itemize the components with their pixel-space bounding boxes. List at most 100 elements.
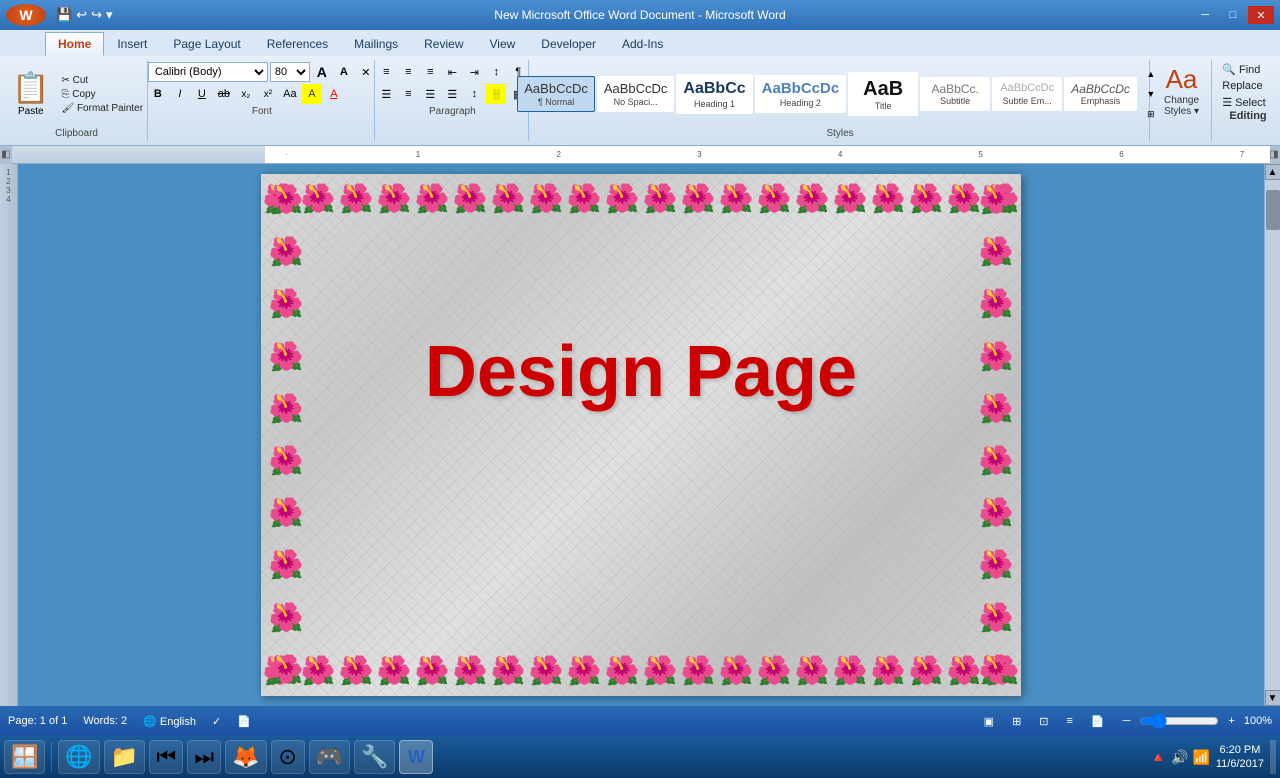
system-clock[interactable]: 6:20 PM 11/6/2017 xyxy=(1216,743,1264,772)
document-area[interactable]: 🌺 🌺 🌺 🌺 🌺 🌺 🌺 🌺 🌺 🌺 🌺 🌺 🌺 🌺 🌺 🌺 🌺 🌺 🌺 xyxy=(18,164,1264,706)
view-print-layout[interactable]: ▣ xyxy=(979,712,999,731)
style-title[interactable]: AaB Title xyxy=(848,72,918,116)
sort-button[interactable]: ↕ xyxy=(486,62,506,82)
save-button[interactable]: 💾 xyxy=(56,7,72,23)
style-heading1[interactable]: AaBbCc Heading 1 xyxy=(676,74,752,113)
underline-button[interactable]: U xyxy=(192,84,212,104)
change-styles-button[interactable]: Aa ChangeStyles ▾ xyxy=(1160,62,1203,119)
close-button[interactable]: ✕ xyxy=(1248,6,1274,24)
strikethrough-button[interactable]: ab xyxy=(214,84,234,104)
firefox-button[interactable]: 🦊 xyxy=(225,740,266,774)
paste-button[interactable]: 📋 Paste xyxy=(6,69,55,119)
flower-top-5: 🌺 xyxy=(415,185,450,213)
replace-button[interactable]: Replace xyxy=(1218,79,1270,93)
indent-decrease-button[interactable]: ⇤ xyxy=(442,62,462,82)
justify-button[interactable]: ☰ xyxy=(442,84,462,104)
language: 🌐 English xyxy=(143,715,196,728)
tab-review[interactable]: Review xyxy=(411,32,476,56)
flower-bot-17: 🌺 xyxy=(871,657,906,685)
maximize-button[interactable]: □ xyxy=(1220,6,1246,24)
tab-pagelayout[interactable]: Page Layout xyxy=(160,32,253,56)
align-right-button[interactable]: ☰ xyxy=(420,84,440,104)
multilevel-button[interactable]: ≡ xyxy=(420,62,440,82)
tab-view[interactable]: View xyxy=(477,32,529,56)
style-normal[interactable]: AaBbCcDc ¶ Normal xyxy=(517,76,595,112)
superscript-button[interactable]: x² xyxy=(258,84,278,104)
flower-bot-18: 🌺 xyxy=(909,657,944,685)
scroll-down-button[interactable]: ▼ xyxy=(1265,690,1280,706)
highlight-button[interactable]: A xyxy=(302,84,322,104)
zoom-in-button[interactable]: + xyxy=(1223,712,1239,730)
style-subtleemph[interactable]: AaBbCcDc Subtle Em... xyxy=(992,77,1062,110)
media-button[interactable]: ⏮ xyxy=(149,740,183,774)
folder-button[interactable]: 📁 xyxy=(104,740,145,774)
scroll-up-button[interactable]: ▲ xyxy=(1265,164,1280,180)
undo-button[interactable]: ↩ xyxy=(76,7,87,23)
font-row1: Calibri (Body) 80 A A ✕ xyxy=(148,62,376,82)
document-page[interactable]: 🌺 🌺 🌺 🌺 🌺 🌺 🌺 🌺 🌺 🌺 🌺 🌺 🌺 🌺 🌺 🌺 🌺 🌺 🌺 xyxy=(261,174,1021,696)
tab-insert[interactable]: Insert xyxy=(104,32,160,56)
line-spacing-button[interactable]: ↕ xyxy=(464,84,484,104)
font-size-select[interactable]: 80 xyxy=(270,62,310,82)
media-icon: ⏮ xyxy=(156,744,176,770)
vertical-scrollbar[interactable]: ▲ ▼ xyxy=(1264,164,1280,706)
tab-mailings[interactable]: Mailings xyxy=(341,32,411,56)
style-subtitle-preview: AaBbCc. xyxy=(932,82,979,96)
tab-developer[interactable]: Developer xyxy=(528,32,609,56)
font-color-button[interactable]: A xyxy=(324,84,344,104)
style-heading2-preview: AaBbCcDc xyxy=(762,80,840,98)
clear-format-button[interactable]: ✕ xyxy=(356,62,376,82)
minimize-button[interactable]: ─ xyxy=(1192,6,1218,24)
game-button[interactable]: 🎮 xyxy=(309,740,350,774)
numbering-button[interactable]: ≡ xyxy=(398,62,418,82)
scroll-thumb[interactable] xyxy=(1266,190,1280,230)
redo-button[interactable]: ↪ xyxy=(91,7,102,23)
quick-access-dropdown[interactable]: ▾ xyxy=(106,7,113,23)
show-desktop-button[interactable] xyxy=(1270,740,1276,774)
view-draft[interactable]: 📄 xyxy=(1086,712,1110,731)
style-heading2[interactable]: AaBbCcDc Heading 2 xyxy=(755,75,847,113)
font-shrink-button[interactable]: A xyxy=(334,62,354,82)
indent-increase-button[interactable]: ⇥ xyxy=(464,62,484,82)
select-button[interactable]: ☰ Select xyxy=(1218,95,1270,110)
cut-button[interactable]: ✂ Cut xyxy=(57,74,147,87)
title-bar: W 💾 ↩ ↪ ▾ New Microsoft Office Word Docu… xyxy=(0,0,1280,30)
style-nospacing[interactable]: AaBbCcDc No Spaci... xyxy=(597,76,675,112)
subscript-button[interactable]: x₂ xyxy=(236,84,256,104)
align-center-button[interactable]: ≡ xyxy=(398,84,418,104)
clock-date: 11/6/2017 xyxy=(1216,757,1264,771)
bold-button[interactable]: B xyxy=(148,84,168,104)
shading-button[interactable]: ░ xyxy=(486,84,506,104)
format-painter-button[interactable]: 🖌 Format Painter xyxy=(57,102,147,115)
copy-button[interactable]: ⎘ Copy xyxy=(57,88,147,101)
italic-button[interactable]: I xyxy=(170,84,190,104)
folder-icon: 📁 xyxy=(111,744,138,770)
tab-home[interactable]: Home xyxy=(45,32,104,56)
align-left-button[interactable]: ☰ xyxy=(376,84,396,104)
style-subtitle[interactable]: AaBbCc. Subtitle xyxy=(920,77,990,111)
tools-button[interactable]: 🔧 xyxy=(354,740,395,774)
style-heading2-label: Heading 2 xyxy=(780,98,821,108)
ie-button[interactable]: 🌐 xyxy=(58,740,99,774)
view-web-layout[interactable]: ⊡ xyxy=(1034,712,1053,731)
tab-addins[interactable]: Add-Ins xyxy=(609,32,676,56)
font-grow-button[interactable]: A xyxy=(312,62,332,82)
zoom-out-button[interactable]: ─ xyxy=(1118,712,1136,730)
scroll-track[interactable] xyxy=(1265,180,1280,690)
bullets-button[interactable]: ≡ xyxy=(376,62,396,82)
tab-references[interactable]: References xyxy=(254,32,341,56)
view-full-screen[interactable]: ⊞ xyxy=(1007,712,1026,731)
font-name-select[interactable]: Calibri (Body) xyxy=(148,62,268,82)
style-emphasis[interactable]: AaBbCcDc Emphasis xyxy=(1064,77,1137,111)
change-case-button[interactable]: Aa xyxy=(280,84,300,104)
word-active-button[interactable]: W xyxy=(399,740,433,774)
style-title-label: Title xyxy=(875,101,892,111)
back-button[interactable]: ⏭ xyxy=(187,740,221,774)
office-button[interactable]: W xyxy=(6,4,46,26)
view-outline[interactable]: ≡ xyxy=(1062,712,1078,730)
zoom-slider[interactable] xyxy=(1139,713,1219,729)
chrome-button[interactable]: ⊙ xyxy=(271,740,305,774)
start-button[interactable]: 🪟 xyxy=(4,740,45,774)
design-page-text[interactable]: Design Page xyxy=(261,331,1021,413)
find-button[interactable]: 🔍 Find xyxy=(1218,62,1270,77)
